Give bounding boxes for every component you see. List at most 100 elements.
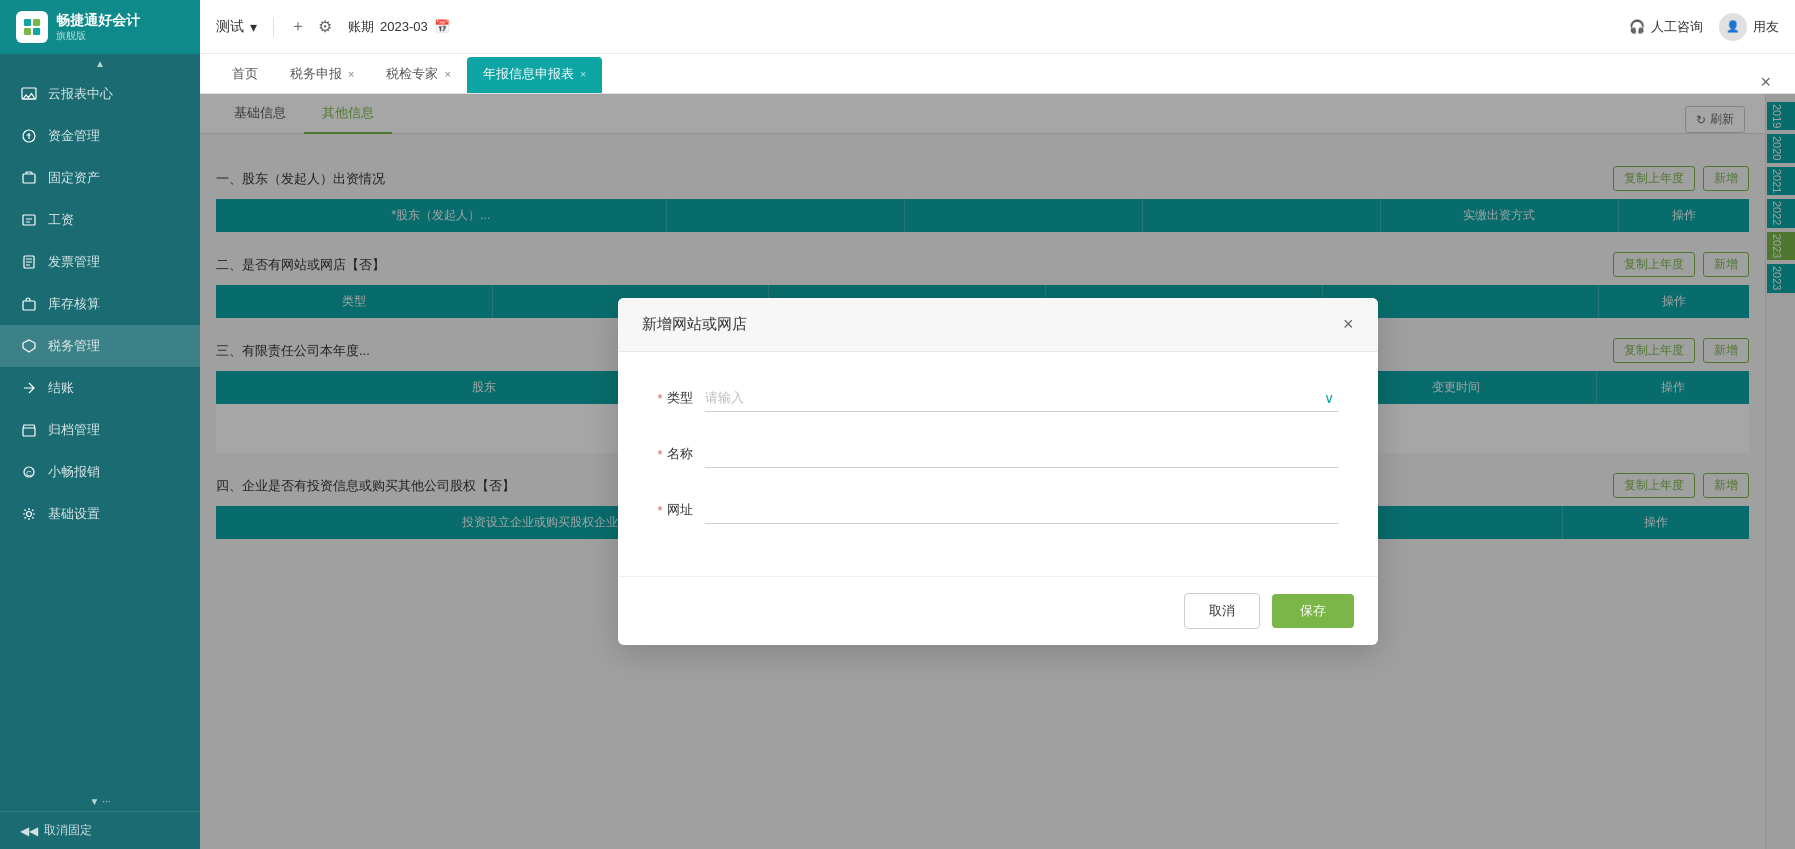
tab-tax[interactable]: 税务申报 × <box>274 57 370 93</box>
tab-tax-label: 税务申报 <box>290 65 342 83</box>
url-input-wrap <box>705 496 1338 524</box>
name-required-mark: * <box>658 447 663 462</box>
svg-rect-0 <box>24 19 31 26</box>
sidebar-item-assets-label: 固定资产 <box>48 169 100 187</box>
sidebar-item-payroll[interactable]: 工资 <box>0 199 200 241</box>
svg-text:C: C <box>26 469 32 478</box>
sidebar-item-settlement[interactable]: 结账 <box>0 367 200 409</box>
type-input[interactable] <box>705 384 1338 411</box>
sidebar-item-inventory-label: 库存核算 <box>48 295 100 313</box>
sidebar-footer-cancel[interactable]: ◀◀ 取消固定 <box>0 811 200 849</box>
close-panel-button[interactable]: × <box>1752 72 1779 93</box>
form-row-url: * 网址 <box>658 496 1338 524</box>
inventory-icon <box>20 295 38 313</box>
sidebar-item-funds[interactable]: 资金管理 <box>0 115 200 157</box>
type-dropdown-icon[interactable]: ∨ <box>1324 390 1334 406</box>
logo-icon <box>16 11 48 43</box>
tab-taxcheck[interactable]: 税检专家 × <box>370 57 466 93</box>
support-label: 人工咨询 <box>1651 18 1703 36</box>
sidebar-item-assets[interactable]: 固定资产 <box>0 157 200 199</box>
sidebar-item-tax[interactable]: 税务管理 <box>0 325 200 367</box>
tab-tax-close[interactable]: × <box>348 68 354 80</box>
report-icon: C <box>20 463 38 481</box>
sidebar-logo-sub: 旗舰版 <box>56 29 140 43</box>
sidebar-item-archive-label: 归档管理 <box>48 421 100 439</box>
url-input[interactable] <box>705 496 1338 523</box>
tab-home[interactable]: 首页 <box>216 57 274 93</box>
url-required-mark: * <box>658 503 663 518</box>
tab-yearreport[interactable]: 年报信息申报表 × <box>467 57 602 93</box>
topbar-right: 🎧 人工咨询 👤 用友 <box>1629 13 1779 41</box>
sidebar-item-archive[interactable]: 归档管理 <box>0 409 200 451</box>
company-selector[interactable]: 测试 ▾ <box>216 18 257 36</box>
tabs-bar: 首页 税务申报 × 税检专家 × 年报信息申报表 × × <box>200 54 1795 94</box>
sidebar-item-payroll-label: 工资 <box>48 211 74 229</box>
svg-rect-10 <box>23 428 35 436</box>
tab-yearreport-label: 年报信息申报表 <box>483 65 574 83</box>
modal-body: * 类型 ∨ * 名称 <box>618 352 1378 576</box>
headset-icon: 🎧 <box>1629 19 1645 34</box>
cancel-button[interactable]: 取消 <box>1184 593 1260 629</box>
modal-title: 新增网站或网店 <box>642 315 747 334</box>
cancel-fixed-label: 取消固定 <box>44 822 92 839</box>
main-area: 测试 ▾ ＋ ⚙ 账期 2023-03 📅 🎧 人工咨询 👤 用友 <box>200 0 1795 849</box>
sidebar-logo: 畅捷通好会计 旗舰版 <box>0 0 200 54</box>
modal-close-button[interactable]: × <box>1343 314 1354 335</box>
sidebar-item-tax-label: 税务管理 <box>48 337 100 355</box>
type-required-mark: * <box>658 391 663 406</box>
tab-taxcheck-close[interactable]: × <box>444 68 450 80</box>
name-input-wrap <box>705 440 1338 468</box>
payroll-icon <box>20 211 38 229</box>
content-area: 基础信息 其他信息 ↻ 刷新 一、股东（发起人）出资情况 <box>200 94 1795 849</box>
sidebar-item-settlement-label: 结账 <box>48 379 74 397</box>
sidebar-item-settings[interactable]: 基础设置 <box>0 493 200 535</box>
user-menu[interactable]: 👤 用友 <box>1719 13 1779 41</box>
company-dropdown-icon: ▾ <box>250 19 257 35</box>
topbar-actions: ＋ ⚙ <box>290 16 332 37</box>
svg-rect-6 <box>23 174 35 183</box>
form-row-type: * 类型 ∨ <box>658 384 1338 412</box>
sidebar-logo-text: 畅捷通好会计 <box>56 11 140 29</box>
topbar: 测试 ▾ ＋ ⚙ 账期 2023-03 📅 🎧 人工咨询 👤 用友 <box>200 0 1795 54</box>
type-label: 类型 <box>667 389 693 407</box>
settings-gear-button[interactable]: ⚙ <box>318 17 332 36</box>
modal-footer: 取消 保存 <box>618 576 1378 645</box>
svg-rect-7 <box>23 215 35 225</box>
sidebar-scroll-down[interactable]: ▼ ··· <box>0 792 200 811</box>
sidebar-item-invoice[interactable]: 发票管理 <box>0 241 200 283</box>
sidebar-item-settings-label: 基础设置 <box>48 505 100 523</box>
save-button[interactable]: 保存 <box>1272 594 1354 628</box>
sidebar: 畅捷通好会计 旗舰版 ▲ 云报表中心 资金管理 <box>0 0 200 849</box>
tax-icon <box>20 337 38 355</box>
funds-icon <box>20 127 38 145</box>
modal-header: 新增网站或网店 × <box>618 298 1378 352</box>
form-row-name: * 名称 <box>658 440 1338 468</box>
sidebar-item-cloud-label: 云报表中心 <box>48 85 113 103</box>
tab-taxcheck-label: 税检专家 <box>386 65 438 83</box>
period-value: 2023-03 <box>380 19 428 34</box>
support-button[interactable]: 🎧 人工咨询 <box>1629 18 1703 36</box>
calendar-icon[interactable]: 📅 <box>434 19 450 34</box>
topbar-divider1 <box>273 17 274 37</box>
modal-add-website: 新增网站或网店 × * 类型 ∨ <box>618 298 1378 645</box>
cloud-report-icon <box>20 85 38 103</box>
company-name: 测试 <box>216 18 244 36</box>
settlement-icon <box>20 379 38 397</box>
svg-rect-9 <box>23 301 35 310</box>
add-button[interactable]: ＋ <box>290 16 306 37</box>
svg-rect-3 <box>33 28 40 35</box>
tab-yearreport-close[interactable]: × <box>580 68 586 80</box>
sidebar-item-funds-label: 资金管理 <box>48 127 100 145</box>
sidebar-item-report[interactable]: C 小畅报销 <box>0 451 200 493</box>
user-name: 用友 <box>1753 18 1779 36</box>
sidebar-scroll-up[interactable]: ▲ <box>0 54 200 73</box>
modal-overlay: 新增网站或网店 × * 类型 ∨ <box>200 94 1795 849</box>
tab-home-label: 首页 <box>232 65 258 83</box>
name-input[interactable] <box>705 440 1338 467</box>
period-section: 账期 2023-03 📅 <box>348 18 450 36</box>
sidebar-item-cloud[interactable]: 云报表中心 <box>0 73 200 115</box>
avatar: 👤 <box>1719 13 1747 41</box>
sidebar-item-inventory[interactable]: 库存核算 <box>0 283 200 325</box>
settings-icon <box>20 505 38 523</box>
url-label: 网址 <box>667 501 693 519</box>
